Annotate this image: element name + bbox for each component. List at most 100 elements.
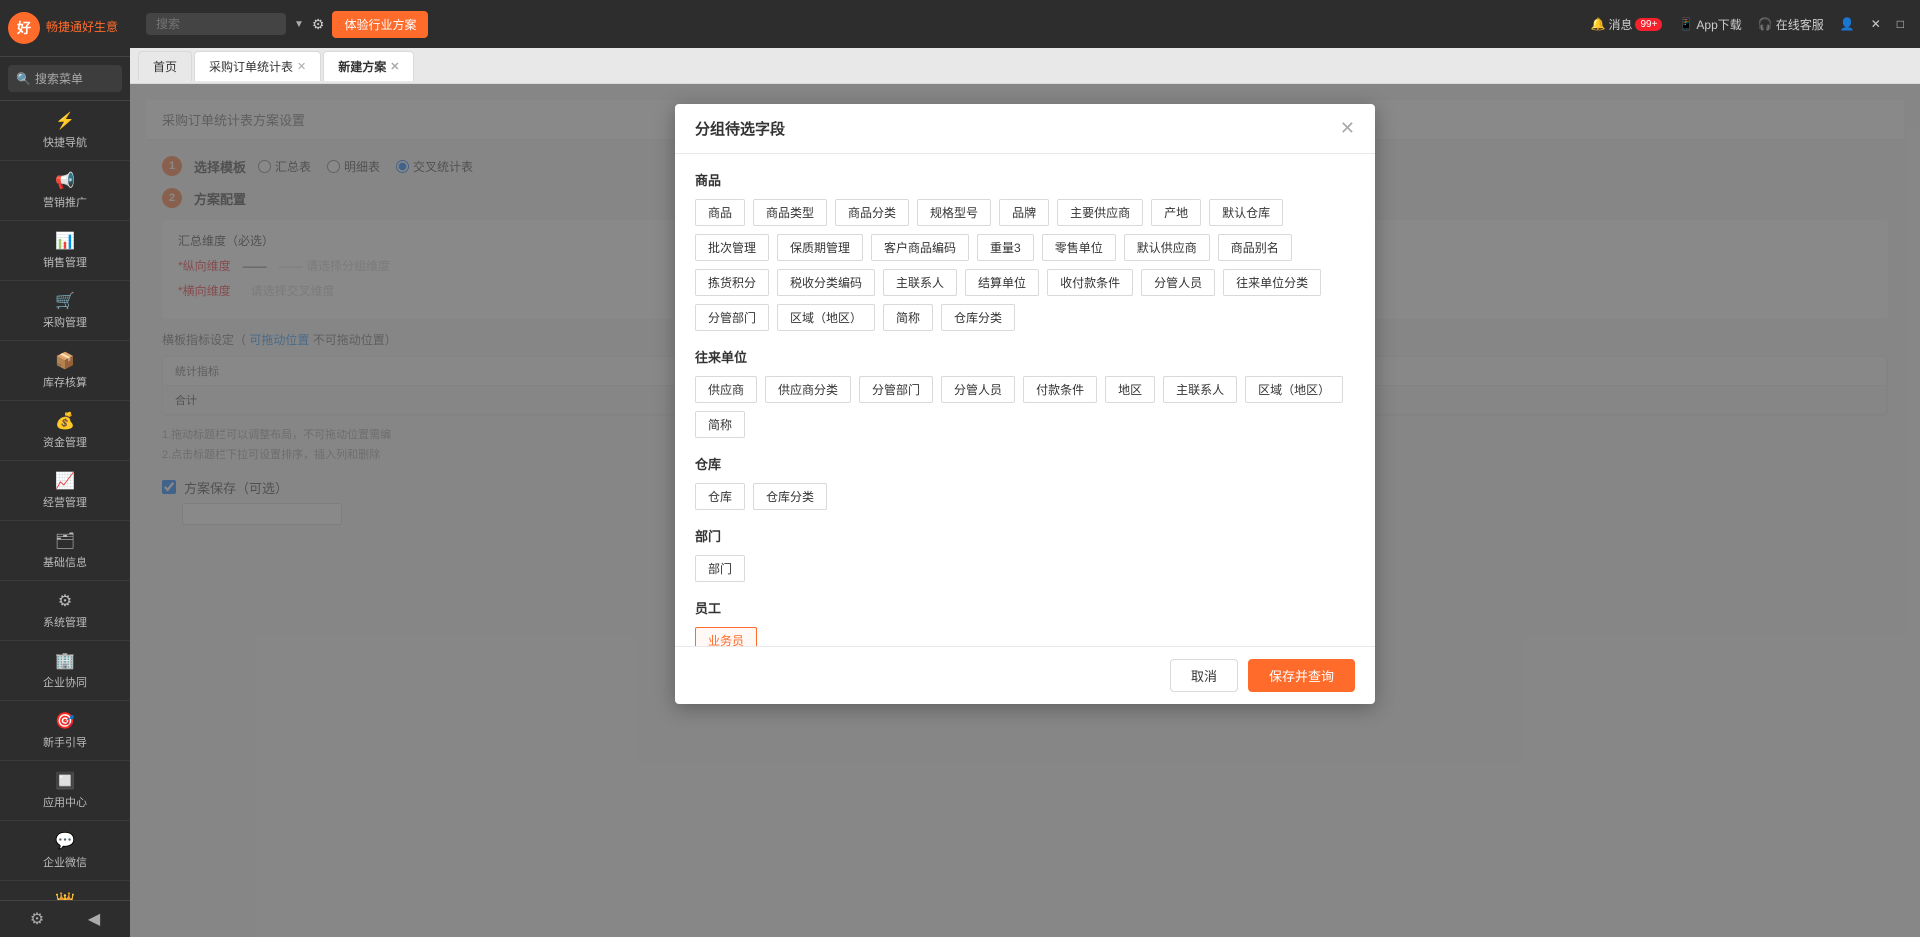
field-group-title-1: 往来单位 [695, 347, 1355, 366]
field-tag-3-0[interactable]: 部门 [695, 555, 745, 582]
field-group-title-4: 员工 [695, 598, 1355, 617]
experience-plan-button[interactable]: 体验行业方案 [332, 11, 428, 38]
caigou-icon: 🛒 [55, 291, 75, 311]
field-tag-0-10[interactable]: 客户商品编码 [871, 234, 969, 261]
field-tag-0-4[interactable]: 品牌 [999, 199, 1049, 226]
sidebar-item-xinshou[interactable]: 🎯 新手引导 [0, 701, 130, 761]
sidebar-item-label: 营销推广 [43, 194, 87, 210]
field-tag-0-6[interactable]: 产地 [1151, 199, 1201, 226]
modal-body[interactable]: 商品商品商品类型商品分类规格型号品牌主要供应商产地默认仓库批次管理保质期管理客户… [675, 154, 1375, 646]
app-download-area[interactable]: 📱 App下载 [1678, 16, 1741, 33]
tab-home[interactable]: 首页 [138, 51, 192, 81]
field-tag-0-19[interactable]: 收付款条件 [1047, 269, 1133, 296]
field-tag-1-2[interactable]: 分管部门 [859, 376, 933, 403]
bell-icon: 🔔 [1591, 17, 1606, 31]
tab-order_stats[interactable]: 采购订单统计表 ✕ [194, 51, 321, 81]
field-tag-1-8[interactable]: 简称 [695, 411, 745, 438]
topbar-close-icon[interactable]: ✕ [1871, 17, 1881, 31]
xinshou-icon: 🎯 [55, 711, 75, 731]
field-tag-0-23[interactable]: 区域（地区） [777, 304, 875, 331]
field-tag-0-16[interactable]: 税收分类编码 [777, 269, 875, 296]
field-tag-0-7[interactable]: 默认仓库 [1209, 199, 1283, 226]
field-tag-0-9[interactable]: 保质期管理 [777, 234, 863, 261]
sidebar-item-xitong[interactable]: ⚙系统管理 [0, 581, 130, 641]
tab-label-home: 首页 [153, 58, 177, 75]
field-tag-1-7[interactable]: 区域（地区） [1245, 376, 1343, 403]
cancel-button[interactable]: 取消 [1170, 659, 1238, 692]
sidebar-search-area[interactable]: 🔍 搜索菜单 [0, 57, 130, 101]
field-tag-1-1[interactable]: 供应商分类 [765, 376, 851, 403]
field-tag-0-22[interactable]: 分管部门 [695, 304, 769, 331]
modal-header: 分组待选字段 ✕ [675, 104, 1375, 154]
settings-icon[interactable]: ⚙ [312, 16, 325, 33]
main-area: ▼ ⚙ 体验行业方案 🔔 消息 99+ 📱 App下载 🎧 在线客服 [130, 0, 1920, 937]
sidebar-item-zijin[interactable]: 💰资金管理 [0, 401, 130, 461]
field-tag-0-15[interactable]: 拣货积分 [695, 269, 769, 296]
sidebar-item-label: 新手引导 [43, 734, 87, 750]
notification-area[interactable]: 🔔 消息 99+ [1591, 16, 1663, 33]
field-tag-1-6[interactable]: 主联系人 [1163, 376, 1237, 403]
tab-label-order_stats: 采购订单统计表 [209, 58, 293, 75]
sidebar-item-jichu[interactable]: 🗂基础信息 [0, 521, 130, 581]
field-tag-0-18[interactable]: 结算单位 [965, 269, 1039, 296]
sidebar-item-label: 应用中心 [43, 794, 87, 810]
field-tag-0-8[interactable]: 批次管理 [695, 234, 769, 261]
confirm-button[interactable]: 保存并查询 [1248, 659, 1355, 692]
field-list-2: 仓库仓库分类 [695, 483, 1355, 510]
modal-close-button[interactable]: ✕ [1340, 118, 1355, 139]
search-menu-button[interactable]: 🔍 搜索菜单 [8, 65, 122, 92]
field-tag-0-21[interactable]: 往来单位分类 [1223, 269, 1321, 296]
sidebar-item-yingyong[interactable]: 🔲 应用中心 [0, 761, 130, 821]
sidebar-item-kucun[interactable]: 📦库存核算 [0, 341, 130, 401]
field-tag-0-3[interactable]: 规格型号 [917, 199, 991, 226]
sidebar-item-yingxiao[interactable]: 📢营销推广 [0, 161, 130, 221]
sidebar-item-kuaijie[interactable]: ⚡快捷导航 [0, 101, 130, 161]
field-tag-0-24[interactable]: 简称 [883, 304, 933, 331]
sidebar-item-qiye[interactable]: 🏢企业协同 [0, 641, 130, 701]
field-group-2: 仓库仓库仓库分类 [695, 454, 1355, 510]
tab-new_plan[interactable]: 新建方案✕ [323, 51, 414, 81]
xiaoshou-icon: 📊 [55, 231, 75, 251]
field-tag-0-13[interactable]: 默认供应商 [1124, 234, 1210, 261]
field-tag-0-11[interactable]: 重量3 [977, 234, 1034, 261]
sidebar-item-huiyuan[interactable]: 👑畅会员 [0, 881, 130, 900]
search-icon: 🔍 [16, 72, 31, 86]
field-tag-1-4[interactable]: 付款条件 [1023, 376, 1097, 403]
sidebar-item-xiaoshou[interactable]: 📊销售管理 [0, 221, 130, 281]
field-tag-1-0[interactable]: 供应商 [695, 376, 757, 403]
global-search-input[interactable] [146, 13, 286, 35]
yingyong-icon: 🔲 [55, 771, 75, 791]
field-tag-0-12[interactable]: 零售单位 [1042, 234, 1116, 261]
tab-close-new_plan[interactable]: ✕ [390, 60, 399, 73]
field-tag-0-1[interactable]: 商品类型 [753, 199, 827, 226]
field-tag-0-0[interactable]: 商品 [695, 199, 745, 226]
topbar-expand-icon[interactable]: □ [1897, 17, 1904, 31]
field-group-4: 员工业务员 [695, 598, 1355, 646]
field-tag-0-25[interactable]: 仓库分类 [941, 304, 1015, 331]
search-dropdown-arrow[interactable]: ▼ [294, 19, 304, 30]
sidebar-item-caigou[interactable]: 🛒采购管理 [0, 281, 130, 341]
user-avatar[interactable]: 👤 [1840, 17, 1855, 31]
field-tag-4-0[interactable]: 业务员 [695, 627, 757, 646]
field-tag-1-5[interactable]: 地区 [1105, 376, 1155, 403]
sidebar-item-weixin[interactable]: 💬企业微信 [0, 821, 130, 881]
field-tag-2-0[interactable]: 仓库 [695, 483, 745, 510]
sidebar-nav: ⚡快捷导航📢营销推广📊销售管理🛒采购管理📦库存核算💰资金管理📈经营管理🗂基础信息… [0, 101, 130, 900]
content-area: 采购订单统计表方案设置 1 选择模板 汇总表明细表交叉统计表 2 方案配置 汇总… [130, 84, 1920, 937]
tab-close-order_stats[interactable]: ✕ [297, 60, 306, 73]
field-tag-0-2[interactable]: 商品分类 [835, 199, 909, 226]
field-tag-0-14[interactable]: 商品别名 [1218, 234, 1292, 261]
collapse-footer-button[interactable]: ◀ [88, 909, 100, 929]
field-tag-0-20[interactable]: 分管人员 [1141, 269, 1215, 296]
field-list-4: 业务员 [695, 627, 1355, 646]
field-tag-2-1[interactable]: 仓库分类 [753, 483, 827, 510]
settings-footer-button[interactable]: ⚙ [30, 909, 44, 929]
online-service-area[interactable]: 🎧 在线客服 [1758, 16, 1824, 33]
kuaijie-icon: ⚡ [55, 111, 75, 131]
field-tag-0-5[interactable]: 主要供应商 [1057, 199, 1143, 226]
field-tag-0-17[interactable]: 主联系人 [883, 269, 957, 296]
sidebar-item-jingying[interactable]: 📈经营管理 [0, 461, 130, 521]
field-tag-1-3[interactable]: 分管人员 [941, 376, 1015, 403]
sidebar-item-label: 经营管理 [43, 494, 87, 510]
huiyuan-icon: 👑 [55, 891, 75, 900]
